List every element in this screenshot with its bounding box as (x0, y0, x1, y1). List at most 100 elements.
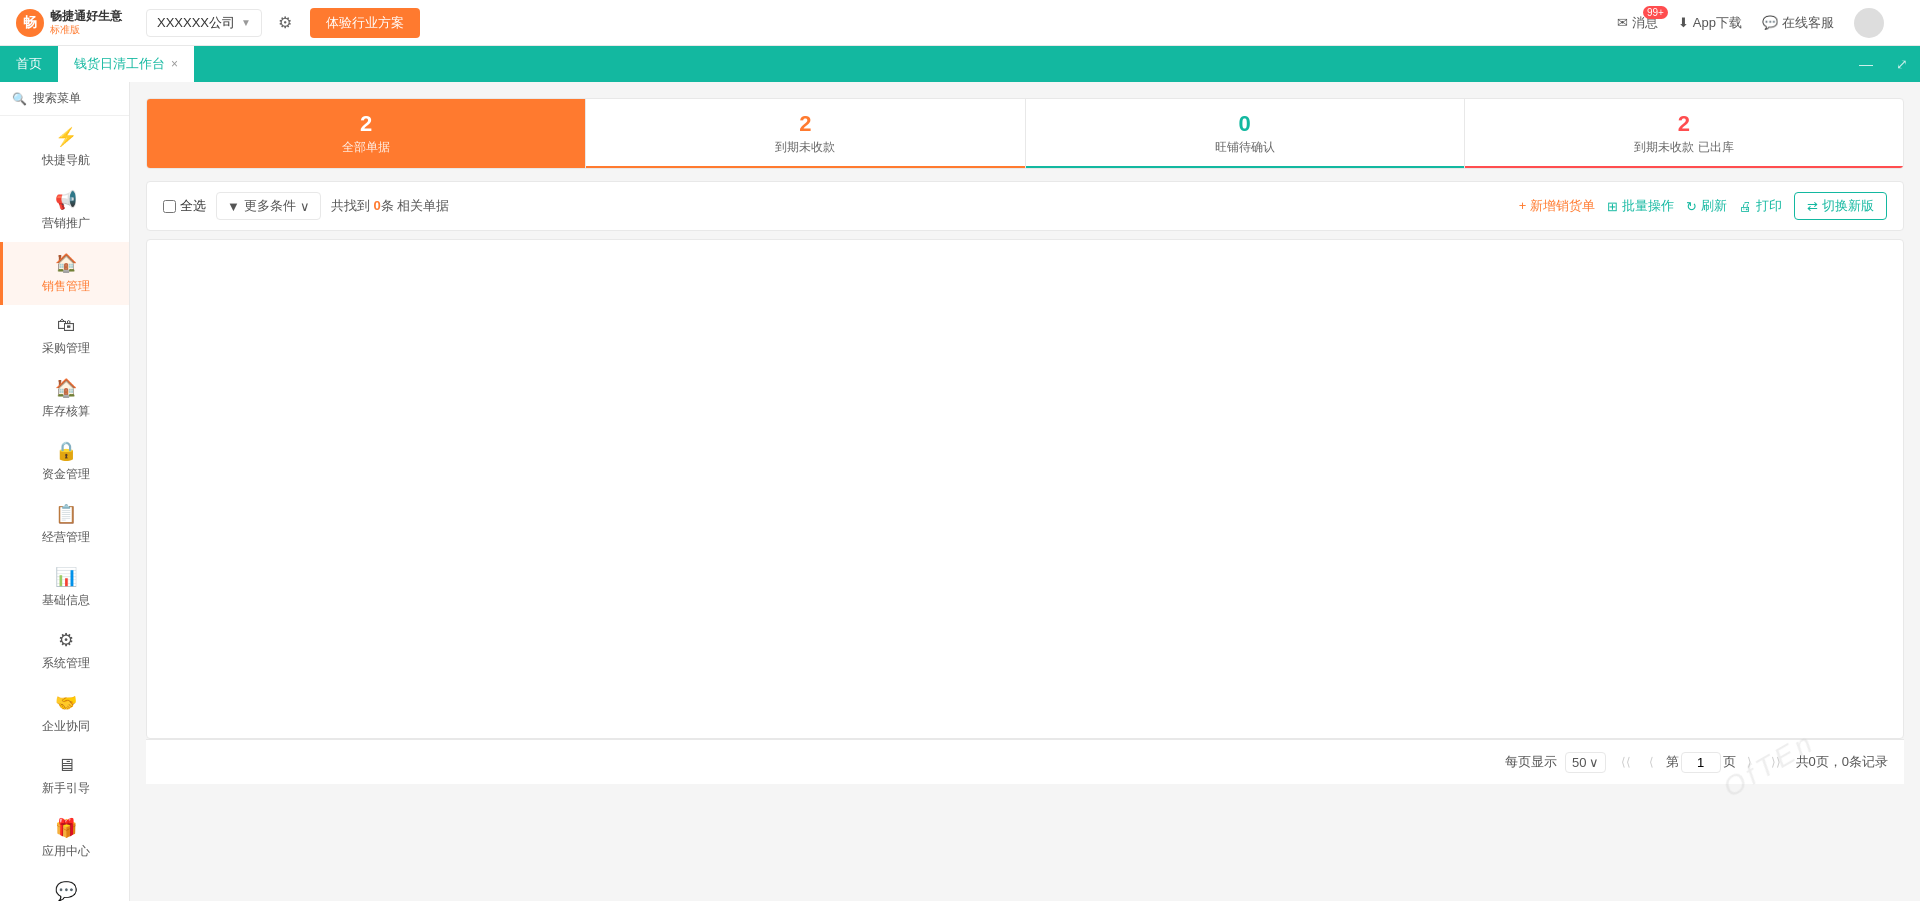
message-icon: ✉ (1617, 15, 1628, 30)
print-label: 打印 (1756, 197, 1782, 215)
operations-label: 经营管理 (42, 529, 90, 546)
sidebar: 🔍 搜索菜单 ⚡ 快捷导航 📢 营销推广 🏠 销售管理 🛍 采购管理 🏠 库存核… (0, 82, 130, 901)
tab-underline-orange (586, 166, 1024, 168)
header-right: ✉ 消息 99+ ⬇ App下载 💬 在线客服 (1617, 8, 1904, 38)
prev-page-button[interactable]: ⟨ (1640, 750, 1664, 774)
guide-icon: 🖥 (57, 755, 75, 776)
next-page-button[interactable]: ⟩ (1738, 750, 1762, 774)
stat-overdue-number: 2 (799, 111, 811, 137)
search-menu-button[interactable]: 🔍 搜索菜单 (0, 82, 129, 116)
funds-label: 资金管理 (42, 466, 90, 483)
sidebar-item-marketing[interactable]: 📢 营销推广 (0, 179, 129, 242)
sidebar-item-funds[interactable]: 🔒 资金管理 (0, 430, 129, 493)
search-icon: 🔍 (12, 92, 27, 106)
apps-icon: 🎁 (55, 817, 77, 839)
first-page-button[interactable]: ⟨⟨ (1614, 750, 1638, 774)
service-icon: 💬 (1762, 15, 1778, 30)
dropdown-arrow-icon: ▼ (241, 17, 251, 28)
sidebar-item-operations[interactable]: 📋 经营管理 (0, 493, 129, 556)
company-selector[interactable]: XXXXXX公司 ▼ (146, 9, 262, 37)
operations-icon: 📋 (55, 503, 77, 525)
stat-tab-wangpu[interactable]: 0 旺铺待确认 (1026, 99, 1465, 168)
sidebar-item-guide[interactable]: 🖥 新手引导 (0, 745, 129, 807)
per-page-select[interactable]: 50 ∨ (1565, 752, 1605, 773)
sidebar-item-sales[interactable]: 🏠 销售管理 (0, 242, 129, 305)
refresh-label: 刷新 (1701, 197, 1727, 215)
toolbar-right: + 新增销货单 ⊞ 批量操作 ↻ 刷新 🖨 打印 ⇄ 切换新版 (1519, 192, 1887, 220)
pagination: 每页显示 50 ∨ ⟨⟨ ⟨ 第 页 ⟩ ⟩⟩ 共0页，0条记录 (146, 739, 1904, 784)
switch-icon: ⇄ (1807, 199, 1818, 214)
sidebar-item-system[interactable]: ⚙ 系统管理 (0, 619, 129, 682)
avatar[interactable] (1854, 8, 1884, 38)
sidebar-item-enterprise[interactable]: 🤝 企业协同 (0, 682, 129, 745)
nav-tabs: 首页 钱货日清工作台 × — ⤢ (0, 46, 1920, 82)
filter-label: 更多条件 (244, 197, 296, 215)
tab-underline-red (1465, 166, 1903, 168)
home-tab-label: 首页 (16, 55, 42, 73)
stats-tabs: 2 全部单据 2 到期未收款 0 旺铺待确认 2 到期未收款 已出库 (146, 98, 1904, 169)
refresh-icon: ↻ (1686, 199, 1697, 214)
download-icon: ⬇ (1678, 15, 1689, 30)
print-button[interactable]: 🖨 打印 (1739, 197, 1782, 215)
top-header: 畅 畅捷通好生意 标准版 XXXXXX公司 ▼ ⚙ 体验行业方案 ✉ 消息 99… (0, 0, 1920, 46)
page-suffix: 页 (1723, 753, 1736, 771)
tab-expand-button[interactable]: ⤢ (1884, 46, 1920, 82)
wechat-icon: 💬 (55, 880, 77, 901)
per-page-value: 50 (1572, 755, 1586, 770)
settings-icon[interactable]: ⚙ (270, 8, 300, 38)
experience-button[interactable]: 体验行业方案 (310, 8, 420, 38)
add-sale-order-button[interactable]: + 新增销货单 (1519, 197, 1595, 215)
apps-label: 应用中心 (42, 843, 90, 860)
switch-version-button[interactable]: ⇄ 切换新版 (1794, 192, 1887, 220)
refresh-button[interactable]: ↻ 刷新 (1686, 197, 1727, 215)
stat-all-label: 全部单据 (342, 139, 390, 156)
sidebar-item-inventory[interactable]: 🏠 库存核算 (0, 367, 129, 430)
purchase-label: 采购管理 (42, 340, 90, 357)
batch-label: 批量操作 (1622, 197, 1674, 215)
page-number-input[interactable] (1681, 752, 1721, 773)
page-label: 第 (1666, 753, 1679, 771)
tab-underline-teal (1026, 166, 1464, 168)
batch-operation-button[interactable]: ⊞ 批量操作 (1607, 197, 1674, 215)
sales-label: 销售管理 (42, 278, 90, 295)
tab-home[interactable]: 首页 (0, 46, 58, 82)
table-area (146, 239, 1904, 739)
quick-nav-icon: ⚡ (55, 126, 77, 148)
main-layout: 🔍 搜索菜单 ⚡ 快捷导航 📢 营销推广 🏠 销售管理 🛍 采购管理 🏠 库存核… (0, 82, 1920, 901)
sidebar-item-wechat[interactable]: 💬 企业微信 (0, 870, 129, 901)
stat-tab-overdue[interactable]: 2 到期未收款 (586, 99, 1025, 168)
sidebar-item-apps[interactable]: 🎁 应用中心 (0, 807, 129, 870)
sidebar-item-basic-info[interactable]: 📊 基础信息 (0, 556, 129, 619)
purchase-icon: 🛍 (57, 315, 75, 336)
last-page-button[interactable]: ⟩⟩ (1764, 750, 1788, 774)
app-download-button[interactable]: ⬇ App下载 (1678, 14, 1742, 32)
print-icon: 🖨 (1739, 199, 1752, 214)
system-icon: ⚙ (58, 629, 74, 651)
sidebar-item-quick-nav[interactable]: ⚡ 快捷导航 (0, 116, 129, 179)
marketing-label: 营销推广 (42, 215, 90, 232)
sidebar-item-purchase[interactable]: 🛍 采购管理 (0, 305, 129, 367)
filter-button[interactable]: ▼ 更多条件 ∨ (216, 192, 321, 220)
logo-icon: 畅 (16, 9, 44, 37)
guide-label: 新手引导 (42, 780, 90, 797)
close-tab-icon[interactable]: × (171, 57, 178, 71)
basic-info-label: 基础信息 (42, 592, 90, 609)
stat-tab-overdue-shipped[interactable]: 2 到期未收款 已出库 (1465, 99, 1903, 168)
notification-button[interactable]: ✉ 消息 99+ (1617, 14, 1658, 32)
online-service-button[interactable]: 💬 在线客服 (1762, 14, 1834, 32)
select-all-label: 全选 (180, 197, 206, 215)
select-all-checkbox[interactable]: 全选 (163, 197, 206, 215)
total-records-label: 共0页，0条记录 (1796, 753, 1888, 771)
tab-workbench[interactable]: 钱货日清工作台 × (58, 46, 194, 82)
stat-wangpu-number: 0 (1239, 111, 1251, 137)
stat-tab-all[interactable]: 2 全部单据 (147, 99, 586, 168)
content-area: 2 全部单据 2 到期未收款 0 旺铺待确认 2 到期未收款 已出库 (130, 82, 1920, 901)
stat-overdue-label: 到期未收款 (775, 139, 835, 156)
enterprise-label: 企业协同 (42, 718, 90, 735)
filter-arrow-icon: ∨ (300, 199, 310, 214)
stat-overdue-shipped-number: 2 (1678, 111, 1690, 137)
notification-badge: 99+ (1643, 6, 1668, 19)
tab-minimize-button[interactable]: — (1848, 46, 1884, 82)
select-all-input[interactable] (163, 200, 176, 213)
page-navigation: ⟨⟨ ⟨ 第 页 ⟩ ⟩⟩ (1614, 750, 1788, 774)
